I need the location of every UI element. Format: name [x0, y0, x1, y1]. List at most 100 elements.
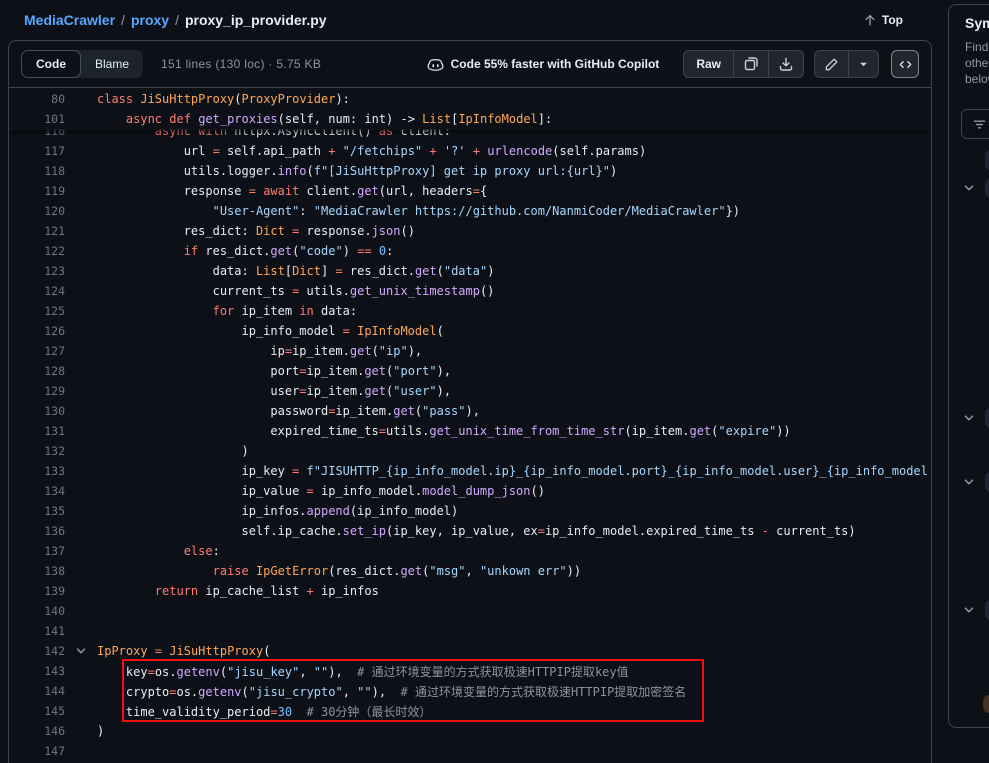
chevron-down-icon — [963, 476, 975, 488]
tab-blame[interactable]: Blame — [81, 50, 143, 78]
line-number[interactable]: 140 — [9, 604, 65, 618]
breadcrumb-separator: / — [121, 12, 125, 28]
code-line: 147 — [9, 741, 931, 761]
download-button[interactable] — [768, 51, 803, 77]
line-number[interactable]: 137 — [9, 544, 65, 558]
line-number[interactable]: 132 — [9, 444, 65, 458]
breadcrumb-folder-link[interactable]: proxy — [131, 12, 169, 28]
edit-button[interactable] — [815, 51, 848, 77]
file-stats: 151 lines (130 loc) · 5.75 KB — [161, 57, 321, 71]
line-number[interactable]: 147 — [9, 744, 65, 758]
line-number[interactable]: 139 — [9, 584, 65, 598]
code-text: else: — [97, 544, 220, 558]
line-number[interactable]: 138 — [9, 564, 65, 578]
code-line: 138 raise IpGetError(res_dict.get("msg",… — [9, 561, 931, 581]
code-text: IpProxy = JiSuHttpProxy( — [97, 644, 270, 658]
code-text: port=ip_item.get("port"), — [97, 364, 451, 378]
copilot-icon — [427, 56, 444, 73]
chevron-down-icon — [963, 182, 975, 194]
file-toolbar: Code Blame 151 lines (130 loc) · 5.75 KB… — [9, 41, 931, 88]
line-number[interactable]: 144 — [9, 684, 65, 698]
code-line: 119 response = await client.get(url, hea… — [9, 181, 931, 201]
line-number[interactable]: 133 — [9, 464, 65, 478]
code-line: 127 ip=ip_item.get("ip"), — [9, 341, 931, 361]
code-text: data: List[Dict] = res_dict.get("data") — [97, 264, 494, 278]
line-number[interactable]: 146 — [9, 724, 65, 738]
code-text: raise IpGetError(res_dict.get("msg", "un… — [97, 564, 581, 578]
symbol-pill[interactable] — [985, 408, 989, 428]
line-number[interactable]: 130 — [9, 404, 65, 418]
copy-button[interactable] — [733, 51, 768, 77]
line-number[interactable]: 123 — [9, 264, 65, 278]
line-number[interactable]: 80 — [9, 92, 65, 106]
code-line: 141 — [9, 621, 931, 641]
symbol-pill[interactable] — [985, 600, 989, 620]
symbol-item[interactable] — [949, 177, 989, 199]
line-number[interactable]: 145 — [9, 704, 65, 718]
symbol-pill[interactable] — [985, 472, 989, 492]
symbol-item[interactable] — [949, 407, 989, 429]
line-number[interactable]: 119 — [9, 184, 65, 198]
symbol-item[interactable] — [949, 149, 989, 171]
chevron-down-icon[interactable] — [963, 412, 975, 424]
line-number[interactable]: 117 — [9, 144, 65, 158]
code-line: 123 data: List[Dict] = res_dict.get("dat… — [9, 261, 931, 281]
line-number[interactable]: 143 — [9, 664, 65, 678]
line-number[interactable]: 136 — [9, 524, 65, 538]
chevron-down-icon[interactable] — [963, 604, 975, 616]
symbol-pill[interactable] — [983, 695, 989, 713]
line-number[interactable]: 142 — [9, 644, 65, 658]
chevron-down-icon[interactable] — [963, 182, 975, 194]
code-line: 146) — [9, 721, 931, 741]
line-number[interactable]: 128 — [9, 364, 65, 378]
symbol-item[interactable] — [949, 693, 989, 715]
raw-actions-group: Raw — [683, 50, 804, 78]
code-text: expired_time_ts=utils.get_unix_time_from… — [97, 424, 791, 438]
line-number[interactable]: 129 — [9, 384, 65, 398]
chevron-down-icon[interactable] — [963, 476, 975, 488]
code-text: ip_key = f"JISUHTTP_{ip_info_model.ip}_{… — [97, 464, 928, 478]
code-symbols-icon — [898, 57, 913, 72]
line-number[interactable]: 125 — [9, 304, 65, 318]
symbol-pill[interactable] — [985, 150, 989, 170]
code-text: ) — [97, 724, 104, 738]
sticky-scope-lines: 80 class JiSuHttpProxy(ProxyProvider): 101… — [9, 89, 931, 129]
chevron-down-icon — [963, 604, 975, 616]
arrow-up-icon — [863, 13, 877, 27]
code-text: user=ip_item.get("user"), — [97, 384, 451, 398]
code-text: response = await client.get(url, headers… — [97, 184, 487, 198]
top-button-label: Top — [882, 13, 903, 27]
breadcrumb-repo-link[interactable]: MediaCrawler — [24, 12, 115, 28]
code-line: 137 else: — [9, 541, 931, 561]
line-number[interactable]: 135 — [9, 504, 65, 518]
line-number[interactable]: 134 — [9, 484, 65, 498]
line-number[interactable]: 121 — [9, 224, 65, 238]
symbols-tree — [949, 5, 989, 727]
collapse-chevron-icon[interactable] — [65, 645, 97, 657]
raw-button[interactable]: Raw — [684, 51, 733, 77]
chevron-down-icon — [858, 59, 869, 70]
line-number[interactable]: 141 — [9, 624, 65, 638]
code-line: 132 ) — [9, 441, 931, 461]
line-number[interactable]: 127 — [9, 344, 65, 358]
tab-code[interactable]: Code — [21, 50, 81, 78]
code-line: 134 ip_value = ip_info_model.model_dump_… — [9, 481, 931, 501]
code-line: 118 utils.logger.info(f"[JiSuHttpProxy] … — [9, 161, 931, 181]
symbol-item[interactable] — [949, 599, 989, 621]
symbol-pill[interactable] — [985, 178, 989, 198]
copilot-banner[interactable]: Code 55% faster with GitHub Copilot — [427, 56, 660, 73]
line-number[interactable]: 124 — [9, 284, 65, 298]
line-number[interactable]: 120 — [9, 204, 65, 218]
code-text: ip_infos.append(ip_info_model) — [97, 504, 458, 518]
line-number[interactable]: 122 — [9, 244, 65, 258]
line-number[interactable]: 118 — [9, 164, 65, 178]
line-number[interactable]: 101 — [9, 112, 65, 126]
symbol-item[interactable] — [949, 471, 989, 493]
code-text: class JiSuHttpProxy(ProxyProvider): — [97, 92, 350, 106]
symbols-toggle-button[interactable] — [891, 50, 919, 78]
scroll-to-top-button[interactable]: Top — [863, 13, 903, 27]
line-number[interactable]: 126 — [9, 324, 65, 338]
code-line: 142 IpProxy = JiSuHttpProxy( — [9, 641, 931, 661]
edit-dropdown-button[interactable] — [848, 51, 878, 77]
line-number[interactable]: 131 — [9, 424, 65, 438]
